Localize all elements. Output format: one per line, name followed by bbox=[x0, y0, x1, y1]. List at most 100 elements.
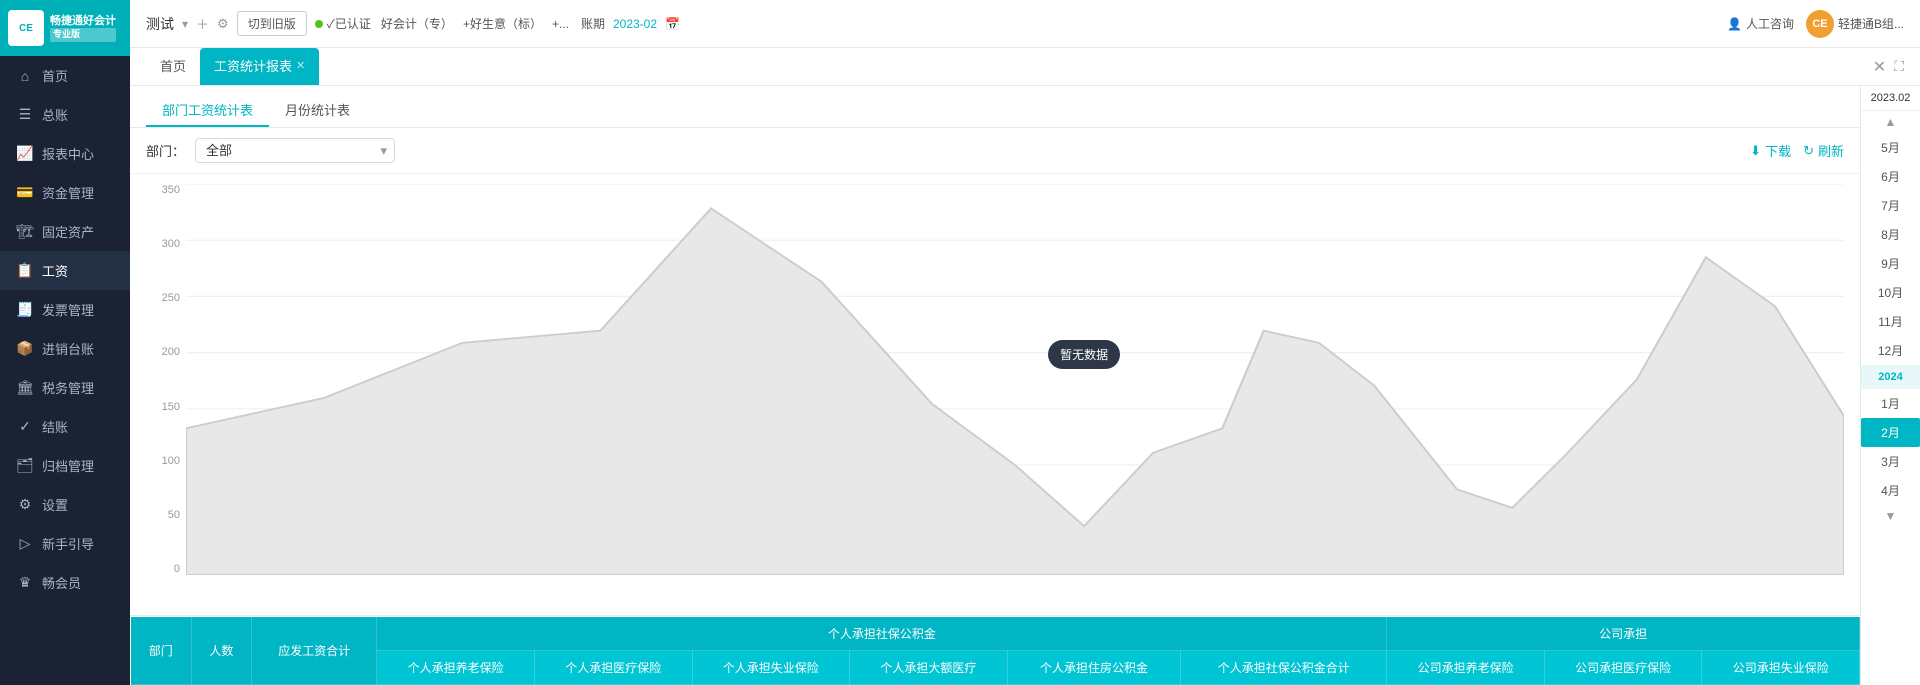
th-personal-social: 个人承担社保公积金 bbox=[377, 617, 1387, 651]
salary-table: 部门 人数 应发工资合计 个人承担社保公积金 公司承担 个人承担养老保险 个人承… bbox=[130, 616, 1860, 685]
date-nav-up[interactable]: ▲ bbox=[1881, 113, 1901, 131]
invoice-icon: 🧾 bbox=[16, 301, 34, 318]
th-dept: 部门 bbox=[131, 617, 192, 685]
chart-area: 350 300 250 200 150 100 50 0 bbox=[130, 174, 1860, 615]
ledger-icon: ☰ bbox=[16, 106, 34, 123]
status-period-label: 账期 bbox=[581, 15, 605, 32]
sidebar-item-label: 首页 bbox=[42, 66, 68, 85]
chart-visualization bbox=[186, 184, 1844, 575]
sidebar-item-tax[interactable]: 🏛 税务管理 bbox=[0, 368, 130, 407]
date-item-11[interactable]: 11月 bbox=[1861, 307, 1920, 336]
sidebar-item-label: 结账 bbox=[42, 417, 68, 436]
sidebar-item-checkout[interactable]: ✓ 结账 bbox=[0, 407, 130, 446]
logo-text: CE bbox=[19, 23, 33, 34]
company-dropdown-icon[interactable]: ▾ bbox=[182, 17, 188, 31]
user-profile[interactable]: CE 轻捷通B组... bbox=[1806, 10, 1904, 38]
sidebar-item-salary[interactable]: 📋 工资 bbox=[0, 251, 130, 290]
window-controls: ✕ ⛶ bbox=[1873, 57, 1904, 77]
chart-svg: 暂无数据 bbox=[186, 184, 1844, 575]
date-panel-header: 2023.02 bbox=[1861, 86, 1920, 111]
sidebar-item-home[interactable]: ⌂ 首页 bbox=[0, 56, 130, 95]
avatar: CE bbox=[1806, 10, 1834, 38]
sidebar-item-guide[interactable]: ▷ 新手引导 bbox=[0, 524, 130, 563]
content-toolbar: 部门： 全部 销售部 财务部 技术部 行政部 ⬇ 下载 bbox=[130, 128, 1860, 174]
calendar-icon[interactable]: 📅 bbox=[665, 17, 680, 31]
date-item-2024-3[interactable]: 3月 bbox=[1861, 447, 1920, 476]
date-nav: ▲ bbox=[1861, 111, 1920, 133]
topbar-add-icon[interactable]: ＋ bbox=[196, 14, 209, 33]
sidebar-item-ledger[interactable]: ☰ 总账 bbox=[0, 95, 130, 134]
th-company-social: 公司承担 bbox=[1387, 617, 1860, 651]
date-item-12[interactable]: 12月 bbox=[1861, 336, 1920, 365]
help-btn[interactable]: 👤 人工咨询 bbox=[1727, 15, 1794, 32]
tab-home[interactable]: 首页 bbox=[146, 48, 200, 85]
tabbar: 首页 工资统计报表 ✕ ✕ ⛶ bbox=[130, 48, 1920, 86]
dept-label: 部门： bbox=[146, 141, 185, 160]
sidebar-item-archive[interactable]: 🗂 归档管理 bbox=[0, 446, 130, 485]
subtab-dept[interactable]: 部门工资统计表 bbox=[146, 94, 269, 127]
y-label-150: 150 bbox=[162, 401, 180, 413]
sidebar-item-vip[interactable]: ♛ 畅会员 bbox=[0, 563, 130, 602]
date-nav-down[interactable]: ▼ bbox=[1881, 507, 1901, 525]
date-item-2024-1[interactable]: 1月 bbox=[1861, 389, 1920, 418]
status-bar: ✓已认证 好会计（专） +好生意（标） +... 账期 2023-02 📅 bbox=[315, 15, 680, 32]
sidebar-item-label: 设置 bbox=[42, 495, 68, 514]
toolbar-left: 部门： 全部 销售部 财务部 技术部 行政部 bbox=[146, 138, 395, 163]
refresh-btn[interactable]: ↻ 刷新 bbox=[1803, 141, 1844, 160]
sidebar-item-purchase[interactable]: 📦 进销台账 bbox=[0, 329, 130, 368]
download-btn[interactable]: ⬇ 下载 bbox=[1750, 141, 1791, 160]
date-item-7[interactable]: 7月 bbox=[1861, 191, 1920, 220]
th-personal-major-medical: 个人承担大额医疗 bbox=[850, 651, 1008, 685]
settings-icon: ⚙ bbox=[16, 496, 34, 513]
maximize-button[interactable]: ⛶ bbox=[1894, 58, 1904, 75]
y-label-200: 200 bbox=[162, 346, 180, 358]
sidebar-item-label: 畅会员 bbox=[42, 573, 81, 592]
close-button[interactable]: ✕ bbox=[1873, 57, 1886, 77]
sidebar-item-reports[interactable]: 📈 报表中心 bbox=[0, 134, 130, 173]
th-personal-housing: 个人承担住房公积金 bbox=[1007, 651, 1181, 685]
sidebar-item-funds[interactable]: 💳 资金管理 bbox=[0, 173, 130, 212]
sidebar-item-label: 工资 bbox=[42, 261, 68, 280]
dept-select-wrap: 全部 销售部 财务部 技术部 行政部 bbox=[195, 138, 395, 163]
date-item-2024-4[interactable]: 4月 bbox=[1861, 476, 1920, 505]
subtab-monthly[interactable]: 月份统计表 bbox=[269, 94, 366, 127]
archive-icon: 🗂 bbox=[16, 457, 34, 474]
sidebar-item-label: 新手引导 bbox=[42, 534, 94, 553]
date-item-9[interactable]: 9月 bbox=[1861, 249, 1920, 278]
th-count: 人数 bbox=[191, 617, 252, 685]
tax-icon: 🏛 bbox=[16, 379, 34, 396]
chart-container: 350 300 250 200 150 100 50 0 bbox=[146, 184, 1844, 605]
tab-close-icon[interactable]: ✕ bbox=[296, 59, 305, 72]
certified-dot bbox=[315, 20, 323, 28]
sidebar-item-invoice[interactable]: 🧾 发票管理 bbox=[0, 290, 130, 329]
date-item-2024-2[interactable]: 2月 bbox=[1861, 418, 1920, 447]
status-more: +... bbox=[552, 17, 569, 31]
date-item-10[interactable]: 10月 bbox=[1861, 278, 1920, 307]
date-item-5[interactable]: 5月 bbox=[1861, 133, 1920, 162]
tab-salary-report[interactable]: 工资统计报表 ✕ bbox=[200, 48, 319, 85]
status-certified: ✓已认证 bbox=[327, 15, 371, 32]
th-company-medical: 公司承担医疗保险 bbox=[1544, 651, 1702, 685]
logo-icon: CE bbox=[8, 10, 44, 46]
sidebar-item-settings[interactable]: ⚙ 设置 bbox=[0, 485, 130, 524]
y-label-0: 0 bbox=[174, 563, 180, 575]
date-panel: 2023.02 ▲ 5月 6月 7月 8月 9月 10月 11月 12月 202… bbox=[1860, 86, 1920, 685]
th-personal-unemployment: 个人承担失业保险 bbox=[692, 651, 850, 685]
funds-icon: 💳 bbox=[16, 184, 34, 201]
guide-icon: ▷ bbox=[16, 535, 34, 552]
date-item-6[interactable]: 6月 bbox=[1861, 162, 1920, 191]
status-product2: +好生意（标） bbox=[463, 15, 542, 32]
date-item-8[interactable]: 8月 bbox=[1861, 220, 1920, 249]
bottom-table-wrap: 部门 人数 应发工资合计 个人承担社保公积金 公司承担 个人承担养老保险 个人承… bbox=[130, 615, 1860, 685]
toolbar-right: ⬇ 下载 ↻ 刷新 bbox=[1750, 141, 1844, 160]
topbar: 测试 ▾ ＋ ⚙ 切到旧版 ✓已认证 好会计（专） +好生意（标） +... 账… bbox=[130, 0, 1920, 48]
switch-old-btn[interactable]: 切到旧版 bbox=[237, 11, 307, 36]
dept-select[interactable]: 全部 销售部 财务部 技术部 行政部 bbox=[195, 138, 395, 163]
logo-name: 畅捷通好会计 专业版 bbox=[50, 14, 116, 42]
topbar-settings-icon[interactable]: ⚙ bbox=[217, 16, 229, 32]
sidebar-item-assets[interactable]: 🏗 固定资产 bbox=[0, 212, 130, 251]
checkout-icon: ✓ bbox=[16, 418, 34, 435]
year-2024-header: 2024 bbox=[1861, 365, 1920, 389]
sidebar-item-label: 报表中心 bbox=[42, 144, 94, 163]
table-header-row2: 个人承担养老保险 个人承担医疗保险 个人承担失业保险 个人承担大额医疗 个人承担… bbox=[131, 651, 1860, 685]
